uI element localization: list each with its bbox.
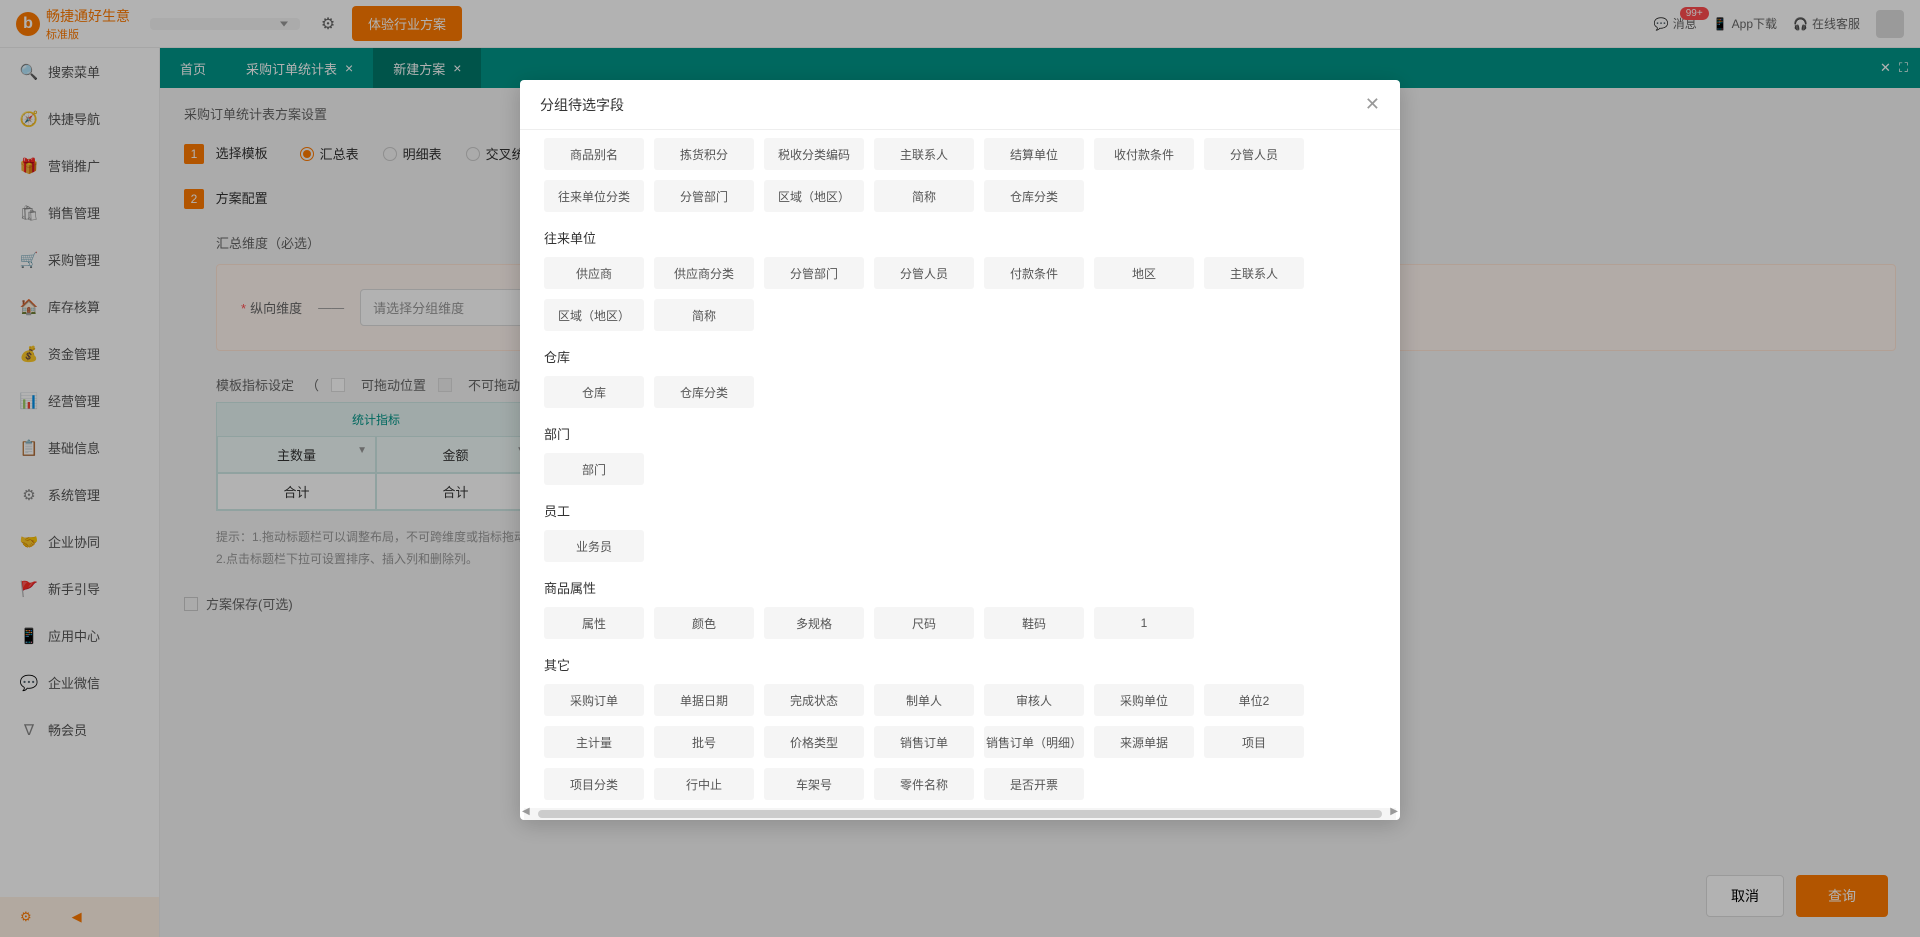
field-chip-top1-1[interactable]: 拣货积分 — [654, 138, 754, 170]
field-group-4: 商品属性属性颜色多规格尺码鞋码 1 — [544, 578, 1376, 639]
field-chip-top2-2[interactable]: 区域（地区） — [764, 180, 864, 212]
modal-close-icon[interactable]: ✕ — [1365, 94, 1380, 115]
field-chip-top2-3[interactable]: 简称 — [874, 180, 974, 212]
field-chip-g5-2[interactable]: 完成状态 — [764, 684, 864, 716]
field-chip-g5-1[interactable]: 单据日期 — [654, 684, 754, 716]
field-chip-g5-12[interactable]: 来源单据 — [1094, 726, 1194, 758]
field-chip-g5-14[interactable]: 项目分类 — [544, 768, 644, 800]
field-chip-g5-15[interactable]: 行中止 — [654, 768, 754, 800]
field-chip-top2-0[interactable]: 往来单位分类 — [544, 180, 644, 212]
field-chip-g3-0[interactable]: 业务员 — [544, 530, 644, 562]
field-group-title: 员工 — [544, 501, 1376, 520]
field-chip-g4-1[interactable]: 颜色 — [654, 607, 754, 639]
field-chip-g0-2[interactable]: 分管部门 — [764, 257, 864, 289]
field-chip-top1-3[interactable]: 主联系人 — [874, 138, 974, 170]
field-chip-g4-4[interactable]: 鞋码 — [984, 607, 1084, 639]
field-chip-g5-9[interactable]: 价格类型 — [764, 726, 864, 758]
field-chip-g5-8[interactable]: 批号 — [654, 726, 754, 758]
field-group-title: 商品属性 — [544, 578, 1376, 597]
field-group-1: 仓库仓库仓库分类 — [544, 347, 1376, 408]
field-chip-g1-1[interactable]: 仓库分类 — [654, 376, 754, 408]
field-chip-g4-5[interactable]: 1 — [1094, 607, 1194, 639]
field-chip-g0-1[interactable]: 供应商分类 — [654, 257, 754, 289]
modal-body: 商品别名拣货积分税收分类编码主联系人结算单位收付款条件分管人员往来单位分类分管部… — [520, 130, 1400, 808]
field-chip-g5-17[interactable]: 零件名称 — [874, 768, 974, 800]
field-chip-g0-4[interactable]: 付款条件 — [984, 257, 1084, 289]
field-chip-g0-8[interactable]: 简称 — [654, 299, 754, 331]
field-group-0: 往来单位供应商供应商分类分管部门分管人员付款条件地区主联系人区域（地区） 简称 — [544, 228, 1376, 331]
field-group-title: 往来单位 — [544, 228, 1376, 247]
modal-header: 分组待选字段 ✕ — [520, 80, 1400, 130]
field-group-2: 部门部门 — [544, 424, 1376, 485]
field-chip-g5-10[interactable]: 销售订单 — [874, 726, 974, 758]
field-group-5: 其它采购订单单据日期完成状态制单人审核人采购单位单位2主计量批号价格类型销售订单… — [544, 655, 1376, 800]
field-chip-top1-2[interactable]: 税收分类编码 — [764, 138, 864, 170]
field-chip-g5-0[interactable]: 采购订单 — [544, 684, 644, 716]
field-chip-g2-0[interactable]: 部门 — [544, 453, 644, 485]
scrollbar-thumb[interactable] — [538, 810, 1382, 818]
field-chip-g4-0[interactable]: 属性 — [544, 607, 644, 639]
field-chip-g1-0[interactable]: 仓库 — [544, 376, 644, 408]
field-chip-g5-16[interactable]: 车架号 — [764, 768, 864, 800]
field-chip-g0-7[interactable]: 区域（地区） — [544, 299, 644, 331]
field-chip-g5-13[interactable]: 项目 — [1204, 726, 1304, 758]
field-chip-g0-5[interactable]: 地区 — [1094, 257, 1194, 289]
field-selector-modal: 分组待选字段 ✕ 商品别名拣货积分税收分类编码主联系人结算单位收付款条件分管人员… — [520, 80, 1400, 820]
field-group-title: 其它 — [544, 655, 1376, 674]
field-chip-g0-6[interactable]: 主联系人 — [1204, 257, 1304, 289]
field-chip-g5-7[interactable]: 主计量 — [544, 726, 644, 758]
field-group-title: 仓库 — [544, 347, 1376, 366]
field-chip-g4-2[interactable]: 多规格 — [764, 607, 864, 639]
field-chip-g0-3[interactable]: 分管人员 — [874, 257, 974, 289]
field-chip-g5-18[interactable]: 是否开票 — [984, 768, 1084, 800]
field-chip-top2-4[interactable]: 仓库分类 — [984, 180, 1084, 212]
modal-horizontal-scrollbar[interactable] — [524, 808, 1396, 820]
field-chip-top1-4[interactable]: 结算单位 — [984, 138, 1084, 170]
field-group-3: 员工业务员 — [544, 501, 1376, 562]
field-chip-g5-3[interactable]: 制单人 — [874, 684, 974, 716]
field-chip-top1-0[interactable]: 商品别名 — [544, 138, 644, 170]
field-chip-top1-6[interactable]: 分管人员 — [1204, 138, 1304, 170]
field-chip-g5-4[interactable]: 审核人 — [984, 684, 1084, 716]
modal-title: 分组待选字段 — [540, 95, 624, 115]
field-chip-g5-5[interactable]: 采购单位 — [1094, 684, 1194, 716]
field-chip-g4-3[interactable]: 尺码 — [874, 607, 974, 639]
field-chip-top2-1[interactable]: 分管部门 — [654, 180, 754, 212]
field-chip-g5-6[interactable]: 单位2 — [1204, 684, 1304, 716]
field-chip-top1-5[interactable]: 收付款条件 — [1094, 138, 1194, 170]
field-chip-g0-0[interactable]: 供应商 — [544, 257, 644, 289]
field-chip-g5-11[interactable]: 销售订单（明细） — [984, 726, 1084, 758]
field-group-title: 部门 — [544, 424, 1376, 443]
